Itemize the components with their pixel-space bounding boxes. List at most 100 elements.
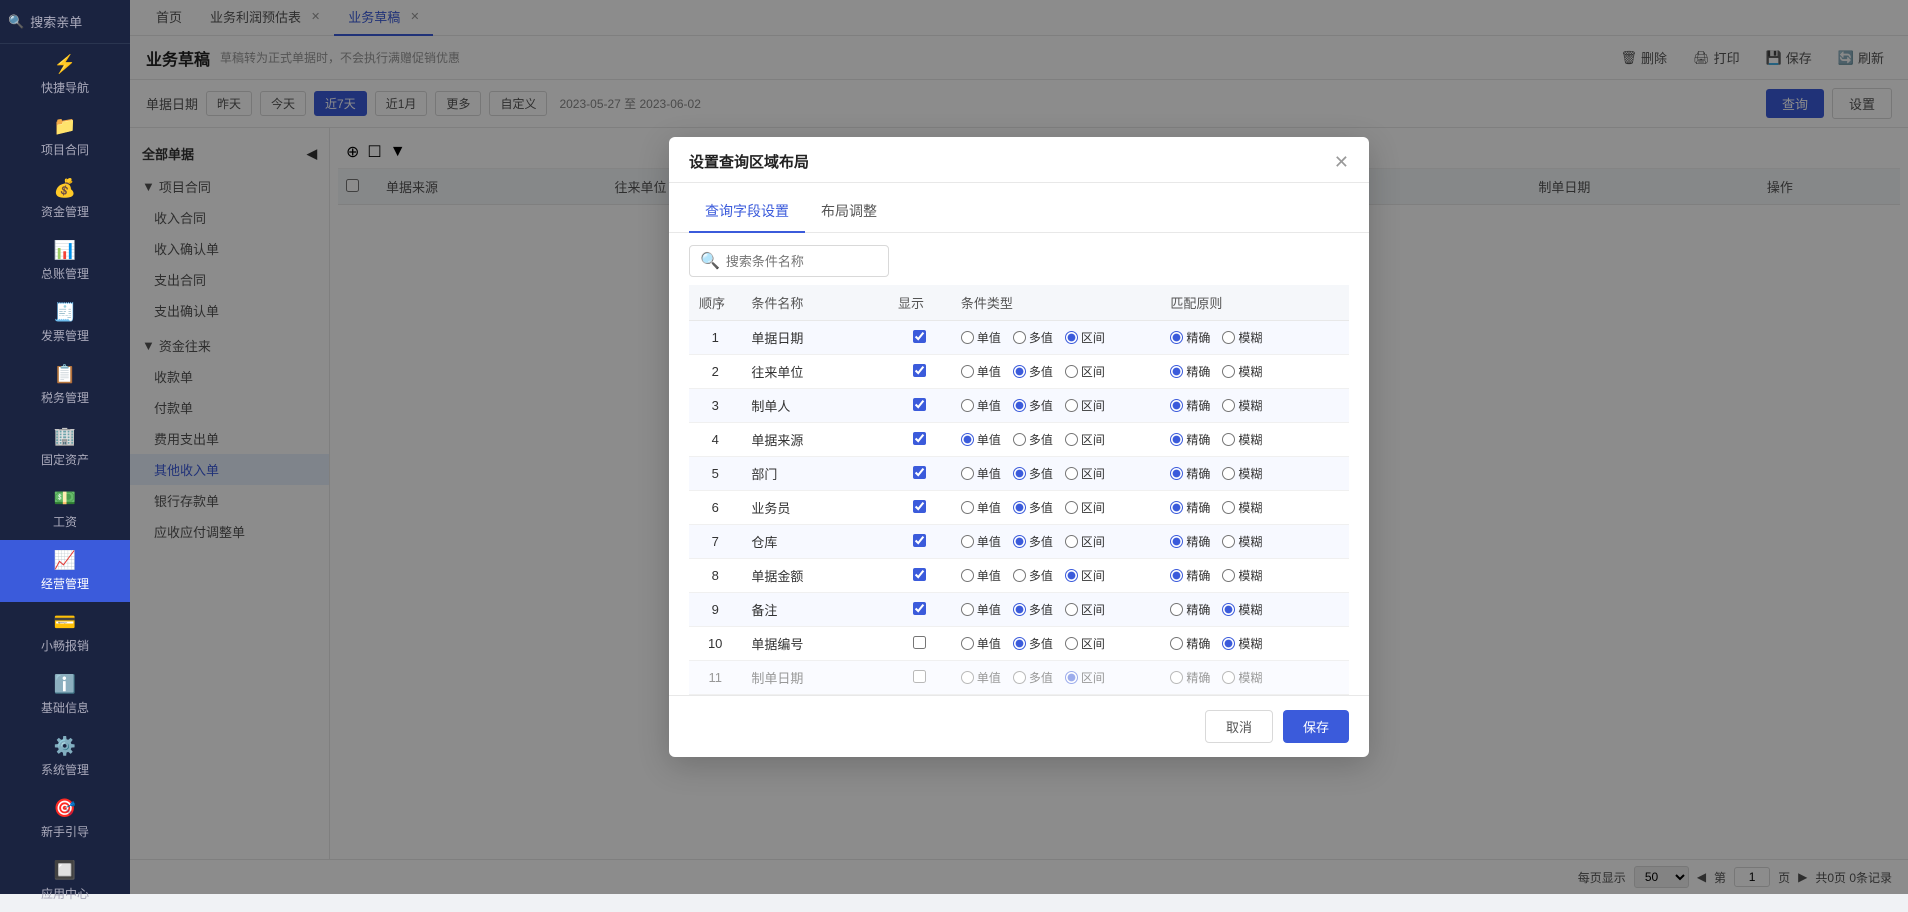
sidebar-item-4[interactable]: 🧾 发票管理 bbox=[0, 292, 130, 354]
sidebar-item-12[interactable]: 🎯 新手引导 bbox=[0, 788, 130, 850]
radio-exact-2[interactable]: 精确 bbox=[1170, 397, 1210, 414]
radio-exact-7[interactable]: 精确 bbox=[1170, 567, 1210, 584]
radio-multi-8[interactable]: 多值 bbox=[1013, 601, 1053, 618]
radio-single-3[interactable]: 单值 bbox=[961, 431, 1001, 448]
radio-range-8[interactable]: 区间 bbox=[1065, 601, 1105, 618]
modal-tab-layout[interactable]: 布局调整 bbox=[805, 195, 893, 233]
radio-multi-5[interactable]: 多值 bbox=[1013, 499, 1053, 516]
show-checkbox-3[interactable] bbox=[913, 432, 926, 445]
cell-show[interactable] bbox=[888, 491, 951, 525]
radio-multi-4[interactable]: 多值 bbox=[1013, 465, 1053, 482]
sidebar-top[interactable]: 🔍 搜索亲单 bbox=[0, 0, 130, 44]
sidebar-item-13[interactable]: 🔲 应用中心 bbox=[0, 850, 130, 912]
radio-single-2[interactable]: 单值 bbox=[961, 397, 1001, 414]
sidebar-item-0[interactable]: ⚡ 快捷导航 bbox=[0, 44, 130, 106]
sidebar-item-5[interactable]: 📋 税务管理 bbox=[0, 354, 130, 416]
radio-fuzzy-8[interactable]: 模糊 bbox=[1222, 601, 1262, 618]
sidebar-item-3[interactable]: 📊 总账管理 bbox=[0, 230, 130, 292]
search-nav-button[interactable]: 🔍 搜索亲单 bbox=[8, 12, 122, 31]
show-checkbox-6[interactable] bbox=[913, 534, 926, 547]
sidebar-item-2[interactable]: 💰 资金管理 bbox=[0, 168, 130, 230]
sidebar-item-6[interactable]: 🏢 固定资产 bbox=[0, 416, 130, 478]
radio-fuzzy-3[interactable]: 模糊 bbox=[1222, 431, 1262, 448]
cell-show[interactable] bbox=[888, 355, 951, 389]
cell-show[interactable] bbox=[888, 389, 951, 423]
show-checkbox-4[interactable] bbox=[913, 466, 926, 479]
radio-range-9[interactable]: 区间 bbox=[1065, 635, 1105, 652]
radio-fuzzy-1[interactable]: 模糊 bbox=[1222, 363, 1262, 380]
radio-multi-7[interactable]: 多值 bbox=[1013, 567, 1053, 584]
radio-range-1[interactable]: 区间 bbox=[1065, 363, 1105, 380]
modal-search-input[interactable] bbox=[726, 254, 876, 269]
modal-close-button[interactable]: ✕ bbox=[1334, 153, 1349, 171]
radio-single-0[interactable]: 单值 bbox=[961, 329, 1001, 346]
radio-single-7[interactable]: 单值 bbox=[961, 567, 1001, 584]
radio-exact-6[interactable]: 精确 bbox=[1170, 533, 1210, 550]
cell-show[interactable] bbox=[888, 661, 951, 695]
radio-multi-0[interactable]: 多值 bbox=[1013, 329, 1053, 346]
radio-fuzzy-5[interactable]: 模糊 bbox=[1222, 499, 1262, 516]
radio-exact-0[interactable]: 精确 bbox=[1170, 329, 1210, 346]
radio-fuzzy-10[interactable]: 模糊 bbox=[1222, 669, 1262, 686]
radio-fuzzy-9[interactable]: 模糊 bbox=[1222, 635, 1262, 652]
cell-show[interactable] bbox=[888, 457, 951, 491]
radio-range-2[interactable]: 区间 bbox=[1065, 397, 1105, 414]
radio-range-0[interactable]: 区间 bbox=[1065, 329, 1105, 346]
radio-multi-1[interactable]: 多值 bbox=[1013, 363, 1053, 380]
show-checkbox-0[interactable] bbox=[913, 330, 926, 343]
cancel-button[interactable]: 取消 bbox=[1205, 710, 1273, 743]
show-checkbox-9[interactable] bbox=[913, 636, 926, 649]
radio-exact-3[interactable]: 精确 bbox=[1170, 431, 1210, 448]
cell-show[interactable] bbox=[888, 593, 951, 627]
radio-multi-10[interactable]: 多值 bbox=[1013, 669, 1053, 686]
radio-single-5[interactable]: 单值 bbox=[961, 499, 1001, 516]
radio-fuzzy-4[interactable]: 模糊 bbox=[1222, 465, 1262, 482]
cell-show[interactable] bbox=[888, 525, 951, 559]
cell-show[interactable] bbox=[888, 627, 951, 661]
radio-multi-6[interactable]: 多值 bbox=[1013, 533, 1053, 550]
cell-show[interactable] bbox=[888, 423, 951, 457]
radio-fuzzy-2[interactable]: 模糊 bbox=[1222, 397, 1262, 414]
radio-range-6[interactable]: 区间 bbox=[1065, 533, 1105, 550]
radio-single-10[interactable]: 单值 bbox=[961, 669, 1001, 686]
radio-single-1[interactable]: 单值 bbox=[961, 363, 1001, 380]
sidebar-item-10[interactable]: ℹ️ 基础信息 bbox=[0, 664, 130, 726]
radio-exact-1[interactable]: 精确 bbox=[1170, 363, 1210, 380]
radio-exact-9[interactable]: 精确 bbox=[1170, 635, 1210, 652]
show-checkbox-8[interactable] bbox=[913, 602, 926, 615]
cell-show[interactable] bbox=[888, 559, 951, 593]
radio-multi-2[interactable]: 多值 bbox=[1013, 397, 1053, 414]
sidebar-item-1[interactable]: 📁 项目合同 bbox=[0, 106, 130, 168]
show-checkbox-2[interactable] bbox=[913, 398, 926, 411]
radio-multi-9[interactable]: 多值 bbox=[1013, 635, 1053, 652]
sidebar-item-7[interactable]: 💵 工资 bbox=[0, 478, 130, 540]
radio-range-7[interactable]: 区间 bbox=[1065, 567, 1105, 584]
modal-tab-fields[interactable]: 查询字段设置 bbox=[689, 195, 805, 233]
sidebar-item-9[interactable]: 💳 小畅报销 bbox=[0, 602, 130, 664]
modal-save-button[interactable]: 保存 bbox=[1283, 710, 1349, 743]
modal-search-box[interactable]: 🔍 bbox=[689, 245, 889, 277]
radio-fuzzy-7[interactable]: 模糊 bbox=[1222, 567, 1262, 584]
show-checkbox-1[interactable] bbox=[913, 364, 926, 377]
radio-range-5[interactable]: 区间 bbox=[1065, 499, 1105, 516]
radio-exact-5[interactable]: 精确 bbox=[1170, 499, 1210, 516]
radio-single-9[interactable]: 单值 bbox=[961, 635, 1001, 652]
sidebar-item-11[interactable]: ⚙️ 系统管理 bbox=[0, 726, 130, 788]
radio-exact-8[interactable]: 精确 bbox=[1170, 601, 1210, 618]
radio-exact-10[interactable]: 精确 bbox=[1170, 669, 1210, 686]
radio-single-8[interactable]: 单值 bbox=[961, 601, 1001, 618]
radio-range-3[interactable]: 区间 bbox=[1065, 431, 1105, 448]
radio-exact-4[interactable]: 精确 bbox=[1170, 465, 1210, 482]
sidebar-item-8[interactable]: 📈 经营管理 bbox=[0, 540, 130, 602]
show-checkbox-10[interactable] bbox=[913, 670, 926, 683]
radio-multi-3[interactable]: 多值 bbox=[1013, 431, 1053, 448]
cell-show[interactable] bbox=[888, 321, 951, 355]
radio-single-6[interactable]: 单值 bbox=[961, 533, 1001, 550]
show-checkbox-5[interactable] bbox=[913, 500, 926, 513]
radio-fuzzy-0[interactable]: 模糊 bbox=[1222, 329, 1262, 346]
show-checkbox-7[interactable] bbox=[913, 568, 926, 581]
radio-fuzzy-6[interactable]: 模糊 bbox=[1222, 533, 1262, 550]
radio-range-4[interactable]: 区间 bbox=[1065, 465, 1105, 482]
radio-range-10[interactable]: 区间 bbox=[1065, 669, 1105, 686]
radio-single-4[interactable]: 单值 bbox=[961, 465, 1001, 482]
